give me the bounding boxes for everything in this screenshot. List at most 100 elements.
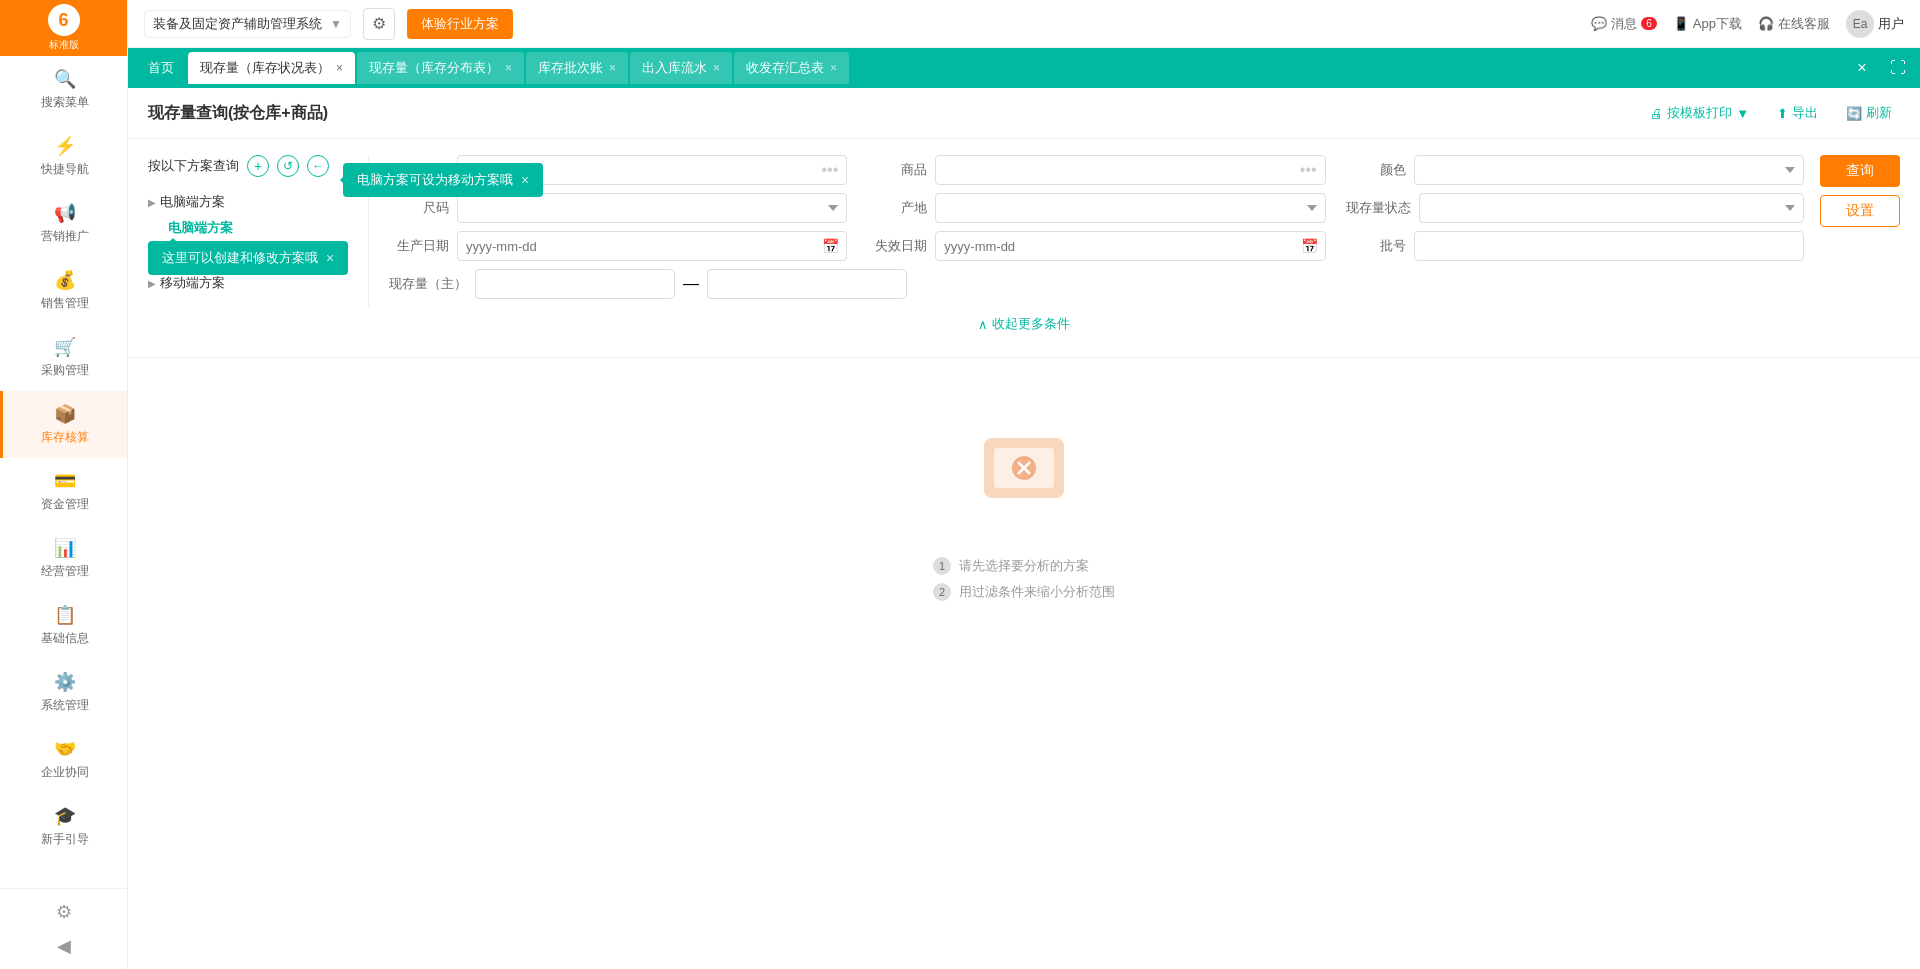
support-btn[interactable]: 🎧 在线客服 xyxy=(1758,15,1830,33)
collapse-sidebar-icon[interactable]: ◀ xyxy=(57,935,71,957)
empty-steps: 1 请先选择要分析的方案 2 用过滤条件来缩小分析范围 xyxy=(933,557,1115,601)
tab-summary-close[interactable]: × xyxy=(830,61,837,75)
tab-inventory-dist[interactable]: 现存量（库存分布表） × xyxy=(357,52,524,84)
sidebar-item-basic[interactable]: 📋 基础信息 xyxy=(0,592,127,659)
produce-date-input[interactable] xyxy=(457,231,847,261)
industry-btn[interactable]: 体验行业方案 xyxy=(407,9,513,39)
sidebar-item-nav[interactable]: ⚡ 快捷导航 xyxy=(0,123,127,190)
sidebar-item-search[interactable]: 🔍 搜索菜单 xyxy=(0,56,127,123)
message-btn[interactable]: 💬 消息 6 xyxy=(1591,15,1657,33)
collapse-label: 收起更多条件 xyxy=(992,315,1070,333)
collapse-btn[interactable]: ∧ 收起更多条件 xyxy=(148,307,1900,341)
tab-batch-account-close[interactable]: × xyxy=(609,61,616,75)
sidebar-item-guide[interactable]: 🎓 新手引导 xyxy=(0,793,127,860)
expire-date-label: 失效日期 xyxy=(867,237,927,255)
goods-label: 商品 xyxy=(867,161,927,179)
plan-item-desktop-1[interactable]: 电脑端方案 xyxy=(148,215,348,241)
tab-batch-account[interactable]: 库存批次账 × xyxy=(526,52,628,84)
message-badge: 6 xyxy=(1641,17,1657,30)
warehouse-dots-icon: ••• xyxy=(822,161,839,179)
plan-tree: ▶ 电脑端方案 电脑端方案 xyxy=(148,189,348,296)
goods-dots-icon: ••• xyxy=(1300,161,1317,179)
filter-row-4: 现存量（主） — xyxy=(389,269,1804,299)
export-btn[interactable]: ⬆ 导出 xyxy=(1769,100,1826,126)
tab-inventory-status-close[interactable]: × xyxy=(336,61,343,75)
logo-icon: 6 xyxy=(48,4,80,36)
reset-btn[interactable]: 设置 xyxy=(1820,195,1900,227)
tab-inventory-status-label: 现存量（库存状况表） xyxy=(200,59,330,77)
user-btn[interactable]: Ea 用户 xyxy=(1846,10,1904,38)
size-select[interactable] xyxy=(457,193,847,223)
calendar-icon-produce[interactable]: 📅 xyxy=(822,238,839,254)
filter-stock-status-row: 现存量状态 xyxy=(1346,193,1804,223)
filter-label: 按以下方案查询 xyxy=(148,157,239,175)
tab-inout-flow-close[interactable]: × xyxy=(713,61,720,75)
sidebar-item-label: 销售管理 xyxy=(41,295,89,312)
tooltip1-close[interactable]: × xyxy=(521,172,529,188)
refresh-btn[interactable]: 🔄 刷新 xyxy=(1838,100,1900,126)
produce-date-wrap: 📅 xyxy=(457,231,847,261)
tooltip2-close[interactable]: × xyxy=(326,250,334,266)
plan-group-desktop-header[interactable]: ▶ 电脑端方案 xyxy=(148,189,348,215)
tooltip1-text: 电脑方案可设为移动方案哦 xyxy=(357,171,513,189)
step-num-1: 1 xyxy=(933,557,951,575)
settings-icon[interactable]: ⚙ xyxy=(56,901,72,923)
maximize-btn[interactable]: ⛶ xyxy=(1884,54,1912,82)
stock-main-label: 现存量（主） xyxy=(389,275,467,293)
marketing-icon: 📢 xyxy=(54,202,76,224)
sidebar-item-label: 快捷导航 xyxy=(41,161,89,178)
purchase-icon: 🛒 xyxy=(54,336,76,358)
tab-inventory-dist-close[interactable]: × xyxy=(505,61,512,75)
plan-group-mobile-label: 移动端方案 xyxy=(160,274,225,292)
color-select[interactable] xyxy=(1414,155,1804,185)
empty-state: 1 请先选择要分析的方案 2 用过滤条件来缩小分析范围 xyxy=(128,358,1920,661)
app-download-btn[interactable]: 📱 App下载 xyxy=(1673,15,1742,33)
sidebar-item-system[interactable]: ⚙️ 系统管理 xyxy=(0,659,127,726)
user-name: 用户 xyxy=(1878,15,1904,33)
filter-origin-row: 产地 xyxy=(867,193,1325,223)
close-all-tabs-btn[interactable]: × xyxy=(1848,54,1876,82)
sidebar-item-marketing[interactable]: 📢 营销推广 xyxy=(0,190,127,257)
system-selector[interactable]: 装备及固定资产辅助管理系统 ▼ xyxy=(144,10,351,38)
gear-button[interactable]: ⚙ xyxy=(363,8,395,40)
back-plan-btn[interactable]: ← xyxy=(307,155,329,177)
tab-bar-right: × ⛶ xyxy=(1848,54,1912,82)
sidebar-item-label: 资金管理 xyxy=(41,496,89,513)
sidebar-item-finance[interactable]: 💳 资金管理 xyxy=(0,458,127,525)
triangle-mobile-icon: ▶ xyxy=(148,278,156,289)
step-num-2: 2 xyxy=(933,583,951,601)
origin-select[interactable] xyxy=(935,193,1325,223)
support-label: 在线客服 xyxy=(1778,15,1830,33)
message-label: 消息 xyxy=(1611,15,1637,33)
batch-input[interactable] xyxy=(1414,231,1804,261)
tab-inventory-status[interactable]: 现存量（库存状况表） × xyxy=(188,52,355,84)
plan-group-desktop-label: 电脑端方案 xyxy=(160,193,225,211)
export-icon: ⬆ xyxy=(1777,106,1788,121)
sidebar-item-purchase[interactable]: 🛒 采购管理 xyxy=(0,324,127,391)
tab-home[interactable]: 首页 xyxy=(136,52,186,84)
inventory-icon: 📦 xyxy=(54,403,76,425)
goods-input[interactable]: ••• xyxy=(935,155,1325,185)
sidebar-item-inventory[interactable]: 📦 库存核算 xyxy=(0,391,127,458)
add-plan-btn[interactable]: + xyxy=(247,155,269,177)
tab-inout-flow[interactable]: 出入库流水 × xyxy=(630,52,732,84)
sidebar-item-enterprise[interactable]: 🤝 企业协同 xyxy=(0,726,127,793)
empty-illustration xyxy=(964,418,1084,537)
search-btn[interactable]: 查询 xyxy=(1820,155,1900,187)
refresh-plan-btn[interactable]: ↺ xyxy=(277,155,299,177)
expire-date-input[interactable] xyxy=(935,231,1325,261)
support-icon: 🎧 xyxy=(1758,16,1774,31)
print-btn[interactable]: 🖨 按模板打印 ▼ xyxy=(1642,100,1757,126)
page-header: 现存量查询(按仓库+商品) 🖨 按模板打印 ▼ ⬆ 导出 🔄 刷新 xyxy=(128,88,1920,139)
stock-main-max-input[interactable] xyxy=(707,269,907,299)
sidebar-item-label: 基础信息 xyxy=(41,630,89,647)
calendar-icon-expire[interactable]: 📅 xyxy=(1301,238,1318,254)
tab-summary[interactable]: 收发存汇总表 × xyxy=(734,52,849,84)
sidebar-item-sales[interactable]: 💰 销售管理 xyxy=(0,257,127,324)
filter-expire-date-row: 失效日期 📅 xyxy=(867,231,1325,261)
stock-main-min-input[interactable] xyxy=(475,269,675,299)
guide-icon: 🎓 xyxy=(54,805,76,827)
filter-top-row: 按以下方案查询 + ↺ ← 电脑方案可设为移动方案哦 × xyxy=(148,155,1900,307)
stock-status-select[interactable] xyxy=(1419,193,1804,223)
sidebar-item-operation[interactable]: 📊 经营管理 xyxy=(0,525,127,592)
